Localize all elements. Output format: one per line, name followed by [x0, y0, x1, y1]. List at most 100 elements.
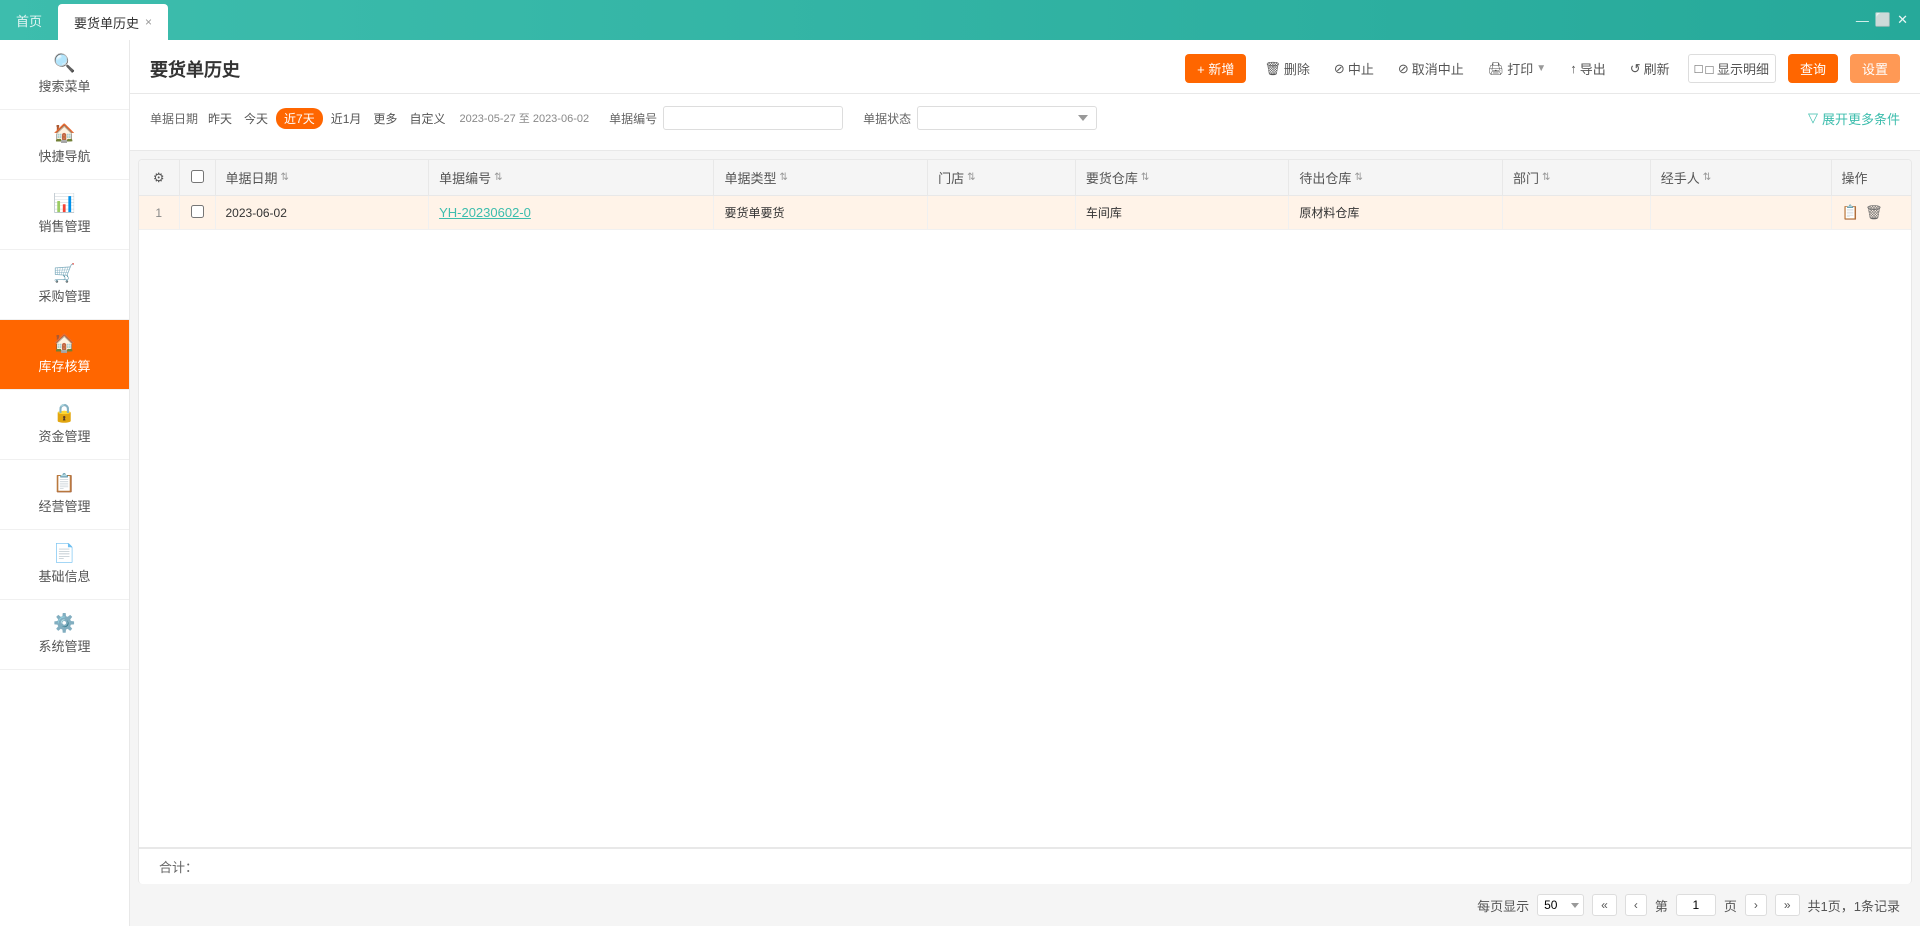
th-bill-no-label: 单据编号	[439, 168, 491, 187]
sidebar-item-basic-info[interactable]: 📄 基础信息	[0, 530, 129, 600]
prev-page-btn[interactable]: ‹	[1625, 894, 1647, 916]
ops-mgmt-icon: 📋	[53, 474, 75, 492]
tab-order-history[interactable]: 要货单历史 ×	[58, 4, 168, 40]
th-bill-type: 单据类型 ⇅	[714, 160, 928, 196]
main-layout: 🔍 搜索菜单 🏠 快捷导航 📊 销售管理 🛒 采购管理 🏠 库存核算 🔒 资金管…	[0, 40, 1920, 926]
first-page-btn[interactable]: «	[1592, 894, 1617, 916]
settings-icon[interactable]: ⚙	[153, 170, 165, 185]
th-req-warehouse: 要货仓库 ⇅	[1075, 160, 1289, 196]
sidebar-item-quick-nav[interactable]: 🏠 快捷导航	[0, 110, 129, 180]
next-page-btn[interactable]: ›	[1745, 894, 1767, 916]
table-header: ⚙ 单据日期 ⇅ 单据编号	[139, 160, 1911, 196]
date-btn-yesterday[interactable]: 昨天	[204, 108, 236, 129]
tab-home[interactable]: 首页	[0, 0, 58, 40]
footer-summary: 合计：	[138, 848, 1912, 884]
th-req-warehouse-label: 要货仓库	[1086, 168, 1138, 187]
bill-status-select[interactable]	[917, 106, 1097, 130]
row-pending-warehouse: 原材料仓库	[1289, 196, 1503, 230]
delete-button[interactable]: 🗑 删除	[1258, 55, 1316, 82]
row-bill-no: YH-20230602-0	[429, 196, 714, 230]
sidebar-item-label-purchase-mgmt: 采购管理	[38, 286, 90, 305]
print-button-label: 打印	[1507, 59, 1533, 78]
row-store	[928, 196, 1076, 230]
refresh-button[interactable]: ↺ 刷新	[1624, 55, 1676, 82]
cancel-stop-icon: ⊘	[1398, 61, 1409, 77]
th-handler-label: 经手人	[1661, 168, 1700, 187]
sort-bill-type[interactable]: 单据类型 ⇅	[724, 168, 917, 187]
display-detail-button[interactable]: □ □ 显示明细	[1688, 54, 1776, 83]
sort-req-warehouse[interactable]: 要货仓库 ⇅	[1086, 168, 1279, 187]
sort-bill-no[interactable]: 单据编号 ⇅	[439, 168, 703, 187]
expand-filter-label: 展开更多条件	[1822, 109, 1900, 128]
row-bill-type: 要货单要货	[714, 196, 928, 230]
export-button[interactable]: ↑ 导出	[1564, 55, 1612, 82]
last-page-btn[interactable]: »	[1775, 894, 1800, 916]
page-title: 要货单历史	[150, 56, 1185, 82]
sidebar-item-system-mgmt[interactable]: ⚙️ 系统管理	[0, 600, 129, 670]
stop-button[interactable]: ⊘ 中止	[1328, 55, 1380, 82]
sidebar-item-label-basic-info: 基础信息	[38, 566, 90, 585]
query-button[interactable]: 查询	[1788, 54, 1838, 83]
sort-bill-date-icon: ⇅	[281, 172, 289, 183]
export-icon: ↑	[1570, 61, 1577, 76]
sort-store[interactable]: 门店 ⇅	[938, 168, 1065, 187]
page-input[interactable]	[1676, 894, 1716, 916]
date-btn-last1month[interactable]: 近1月	[327, 108, 366, 129]
page-header: 要货单历史 + 新增 🗑 删除 ⊘ 中止 ⊘ 取消中止 🖨	[130, 40, 1920, 94]
filter-row-1: 单据日期 昨天 今天 近7天 近1月 更多 自定义 2023-05-27 至 2…	[150, 106, 1900, 130]
print-button[interactable]: 🖨 打印 ▼	[1482, 55, 1552, 82]
row-checkbox[interactable]	[191, 205, 204, 218]
th-dept-label: 部门	[1513, 168, 1539, 187]
system-mgmt-icon: ⚙️	[53, 614, 75, 632]
th-pending-warehouse: 待出仓库 ⇅	[1289, 160, 1503, 196]
query-button-label: 查询	[1800, 59, 1826, 78]
row-delete-icon[interactable]: 🗑	[1865, 204, 1883, 221]
stop-button-label: 中止	[1348, 59, 1374, 78]
content-area: 要货单历史 + 新增 🗑 删除 ⊘ 中止 ⊘ 取消中止 🖨	[130, 40, 1920, 926]
sidebar-item-ops-mgmt[interactable]: 📋 经营管理	[0, 460, 129, 530]
expand-filter-btn[interactable]: ▽ 展开更多条件	[1808, 109, 1900, 128]
cancel-stop-button[interactable]: ⊘ 取消中止	[1392, 55, 1470, 82]
date-btn-more[interactable]: 更多	[369, 108, 401, 129]
row-req-warehouse: 车间库	[1075, 196, 1289, 230]
tab-order-history-close[interactable]: ×	[145, 15, 152, 29]
sidebar-item-label-search-menu: 搜索菜单	[38, 76, 90, 95]
display-detail-icon: □	[1695, 61, 1703, 76]
sidebar-item-finance-mgmt[interactable]: 🔒 资金管理	[0, 390, 129, 460]
date-btn-last7days[interactable]: 近7天	[276, 108, 323, 129]
action-icons: 📋 🗑	[1842, 204, 1902, 221]
sidebar-item-search-menu[interactable]: 🔍 搜索菜单	[0, 40, 129, 110]
sidebar-item-purchase-mgmt[interactable]: 🛒 采购管理	[0, 250, 129, 320]
sidebar-item-inventory-calc[interactable]: 🏠 库存核算	[0, 320, 129, 390]
sort-handler[interactable]: 经手人 ⇅	[1661, 168, 1821, 187]
settings-button[interactable]: 设置	[1850, 54, 1900, 83]
top-bar: 首页 要货单历史 × — ⬜ ✕	[0, 0, 1920, 40]
purchase-mgmt-icon: 🛒	[53, 264, 75, 282]
select-all-checkbox[interactable]	[191, 170, 204, 183]
sort-pending-warehouse-icon: ⇅	[1354, 172, 1362, 183]
sort-pending-warehouse[interactable]: 待出仓库 ⇅	[1299, 168, 1492, 187]
date-btn-today[interactable]: 今天	[240, 108, 272, 129]
filter-group-date: 单据日期 昨天 今天 近7天 近1月 更多 自定义 2023-05-27 至 2…	[150, 108, 589, 129]
sidebar-item-label-system-mgmt: 系统管理	[38, 636, 90, 655]
sort-bill-date[interactable]: 单据日期 ⇅	[226, 168, 419, 187]
refresh-icon: ↺	[1630, 61, 1641, 77]
th-action-label: 操作	[1842, 171, 1868, 186]
sort-dept-icon: ⇅	[1542, 172, 1550, 183]
row-edit-icon[interactable]: 📋	[1842, 204, 1859, 221]
minimize-btn[interactable]: —	[1856, 13, 1869, 28]
inventory-calc-icon: 🏠	[53, 334, 75, 352]
row-num: 1	[139, 196, 179, 230]
date-btn-custom[interactable]: 自定义	[405, 108, 449, 129]
export-button-label: 导出	[1580, 59, 1606, 78]
th-settings[interactable]: ⚙	[139, 160, 179, 196]
sidebar-item-sales-mgmt[interactable]: 📊 销售管理	[0, 180, 129, 250]
new-button[interactable]: + 新增	[1185, 54, 1246, 83]
maximize-btn[interactable]: ⬜	[1875, 12, 1891, 28]
sort-dept[interactable]: 部门 ⇅	[1513, 168, 1640, 187]
bill-no-input[interactable]	[663, 106, 843, 130]
close-btn[interactable]: ✕	[1897, 12, 1908, 28]
row-bill-no-link[interactable]: YH-20230602-0	[439, 205, 531, 220]
date-filter-buttons: 昨天 今天 近7天 近1月 更多 自定义	[204, 108, 449, 129]
page-size-select[interactable]: 10 20 50 100	[1537, 894, 1584, 916]
